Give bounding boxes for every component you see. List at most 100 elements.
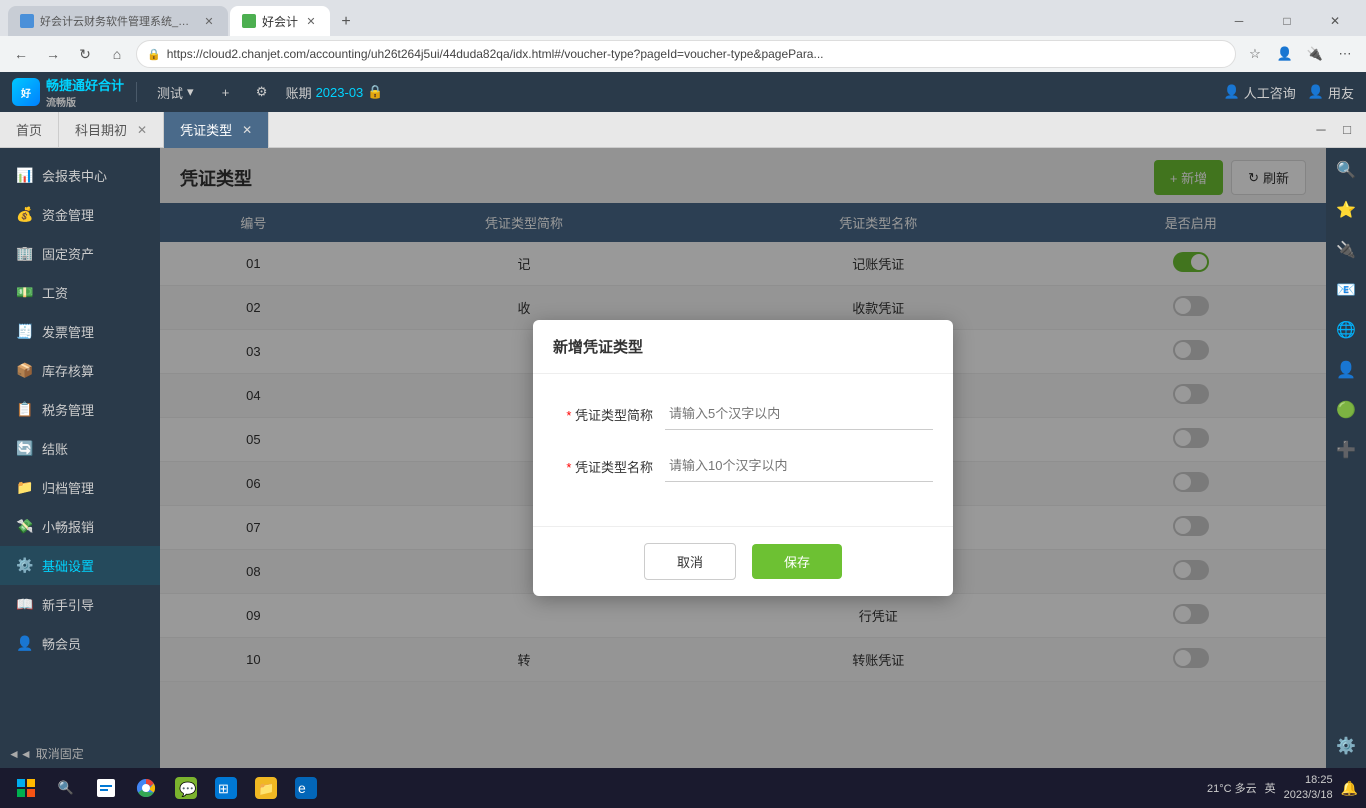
taskbar-app-wechat[interactable]: 💬 [168, 770, 204, 806]
user-avatar-icon: 👤 [1308, 84, 1324, 100]
abbr-input[interactable] [665, 398, 933, 430]
fund-icon: 💰 [16, 206, 34, 224]
profile-icon[interactable]: 👤 [1272, 41, 1298, 67]
back-button[interactable]: ← [8, 41, 34, 67]
right-green-icon[interactable]: 🟢 [1332, 396, 1360, 424]
notification-icon[interactable]: 🔔 [1341, 780, 1358, 797]
right-add-icon[interactable]: ➕ [1332, 436, 1360, 464]
consult-button[interactable]: 👤 人工咨询 [1224, 83, 1296, 102]
taskbar-lang: 英 [1265, 780, 1276, 796]
org-name: 测试 [157, 83, 183, 102]
sidebar-item-dashboard[interactable]: 📊 会报表中心 [0, 156, 160, 195]
new-tab-button[interactable]: + [332, 8, 360, 36]
tab-subjects-label: 科目期初 [75, 120, 127, 139]
sidebar-item-invoice[interactable]: 🧾 发票管理 [0, 312, 160, 351]
tab-voucher-type[interactable]: 凭证类型 ✕ [164, 112, 269, 148]
right-mail-icon[interactable]: 📧 [1332, 276, 1360, 304]
forward-button[interactable]: → [40, 41, 66, 67]
fixed-assets-icon: 🏢 [16, 245, 34, 263]
address-text: https://cloud2.chanjet.com/accounting/uh… [167, 47, 1225, 61]
right-user-icon[interactable]: 👤 [1332, 356, 1360, 384]
taskbar-search-button[interactable]: 🔍 [52, 774, 80, 802]
taskbar-app-chrome[interactable] [128, 770, 164, 806]
sidebar-item-fixed-assets[interactable]: 🏢 固定资产 [0, 234, 160, 273]
browser-toolbar: ← → ↻ ⌂ 🔒 https://cloud2.chanjet.com/acc… [0, 36, 1366, 72]
tab-close-2[interactable]: ✕ [304, 14, 318, 28]
sidebar-collapse-button[interactable]: ◄◄ 取消固定 [0, 739, 160, 768]
minimize-button[interactable]: ─ [1216, 6, 1262, 36]
home-button[interactable]: ⌂ [104, 41, 130, 67]
tab-voucher-type-close[interactable]: ✕ [242, 123, 252, 137]
svg-text:💬: 💬 [179, 781, 197, 798]
modal-footer: 取消 保存 [533, 526, 953, 596]
browser-tab-2[interactable]: 好会计 ✕ [230, 6, 330, 36]
settlement-icon: 🔄 [16, 440, 34, 458]
sidebar-item-settings-label: 基础设置 [42, 556, 94, 575]
tab-home-label: 首页 [16, 120, 42, 139]
tab-subjects-close[interactable]: ✕ [137, 123, 147, 137]
tab-home[interactable]: 首页 [0, 112, 59, 148]
tab-close-1[interactable]: ✕ [202, 14, 216, 28]
sidebar-item-member[interactable]: 👤 畅会员 [0, 624, 160, 663]
sidebar-item-guide-label: 新手引导 [42, 595, 94, 614]
taskbar-app-edge[interactable]: e [288, 770, 324, 806]
right-global-icon[interactable]: 🌐 [1332, 316, 1360, 344]
invoice-icon: 🧾 [16, 323, 34, 341]
main-layout: 📊 会报表中心 💰 资金管理 🏢 固定资产 💵 工资 🧾 发票管理 📦 库存核算… [0, 148, 1366, 768]
browser-tab-1[interactable]: 好会计云财务软件管理系统_会计 ✕ [8, 6, 228, 36]
save-button[interactable]: 保存 [752, 544, 842, 579]
sidebar-item-expense-label: 小畅报销 [42, 517, 94, 536]
sidebar-item-inventory[interactable]: 📦 库存核算 [0, 351, 160, 390]
svg-text:⊞: ⊞ [218, 781, 229, 796]
user-info[interactable]: 👤 用友 [1308, 83, 1354, 102]
tab-expand-icon[interactable]: □ [1336, 119, 1358, 141]
taskbar-time: 18:25 2023/3/18 [1284, 773, 1333, 804]
sidebar-item-member-label: 畅会员 [42, 634, 81, 653]
sidebar-item-expense[interactable]: 💸 小畅报销 [0, 507, 160, 546]
tab-bar: 好会计云财务软件管理系统_会计 ✕ 好会计 ✕ + ─ □ ✕ [0, 0, 1366, 36]
modal-body: 凭证类型简称 凭证类型名称 [533, 374, 953, 526]
header-right: 👤 人工咨询 👤 用友 [1224, 83, 1354, 102]
address-bar[interactable]: 🔒 https://cloud2.chanjet.com/accounting/… [136, 40, 1236, 68]
taskbar-app-1[interactable] [88, 770, 124, 806]
taskbar-date: 2023/3/18 [1284, 788, 1333, 803]
taskbar-app-store[interactable]: ⊞ [208, 770, 244, 806]
sidebar-item-settings[interactable]: ⚙️ 基础设置 [0, 546, 160, 585]
add-voucher-type-modal: 新增凭证类型 凭证类型简称 凭证类型名称 取消 [533, 320, 953, 596]
sidebar-item-guide[interactable]: 📖 新手引导 [0, 585, 160, 624]
tab-subjects[interactable]: 科目期初 ✕ [59, 112, 164, 148]
sidebar-item-fund-label: 资金管理 [42, 205, 94, 224]
cancel-button-label: 取消 [677, 555, 703, 570]
right-star-icon[interactable]: ⭐ [1332, 196, 1360, 224]
logo-text-block: 畅捷通好合计 流畅版 [46, 75, 124, 109]
bookmark-icon[interactable]: ☆ [1242, 41, 1268, 67]
sidebar-item-salary-label: 工资 [42, 283, 68, 302]
close-button[interactable]: ✕ [1312, 6, 1358, 36]
add-org-button[interactable]: + [214, 80, 238, 104]
form-row-abbr: 凭证类型简称 [553, 398, 933, 430]
cancel-button[interactable]: 取消 [644, 543, 736, 580]
header-divider-1 [136, 82, 137, 102]
reload-button[interactable]: ↻ [72, 41, 98, 67]
org-selector[interactable]: 测试 ▾ [149, 79, 202, 106]
taskbar: 🔍 💬 ⊞ 📁 e 21°C 多云 英 [0, 768, 1366, 808]
right-search-icon[interactable]: 🔍 [1332, 156, 1360, 184]
sidebar-item-tax[interactable]: 📋 税务管理 [0, 390, 160, 429]
right-extension-icon[interactable]: 🔌 [1332, 236, 1360, 264]
sidebar-item-archive[interactable]: 📁 归档管理 [0, 468, 160, 507]
extension-icon[interactable]: 🔌 [1302, 41, 1328, 67]
maximize-button[interactable]: □ [1264, 6, 1310, 36]
taskbar-app-file[interactable]: 📁 [248, 770, 284, 806]
tab-minimize-icon[interactable]: ─ [1310, 119, 1332, 141]
more-icon[interactable]: ⋯ [1332, 41, 1358, 67]
consult-label: 人工咨询 [1244, 83, 1296, 102]
guide-icon: 📖 [16, 596, 34, 614]
sidebar-item-salary[interactable]: 💵 工资 [0, 273, 160, 312]
start-button[interactable] [8, 770, 44, 806]
sidebar-item-fund[interactable]: 💰 资金管理 [0, 195, 160, 234]
right-settings-icon[interactable]: ⚙️ [1332, 732, 1360, 760]
expense-icon: 💸 [16, 518, 34, 536]
sidebar-item-settlement[interactable]: 🔄 结账 [0, 429, 160, 468]
settings-icon[interactable]: ⚙ [250, 80, 274, 104]
name-input[interactable] [665, 450, 933, 482]
